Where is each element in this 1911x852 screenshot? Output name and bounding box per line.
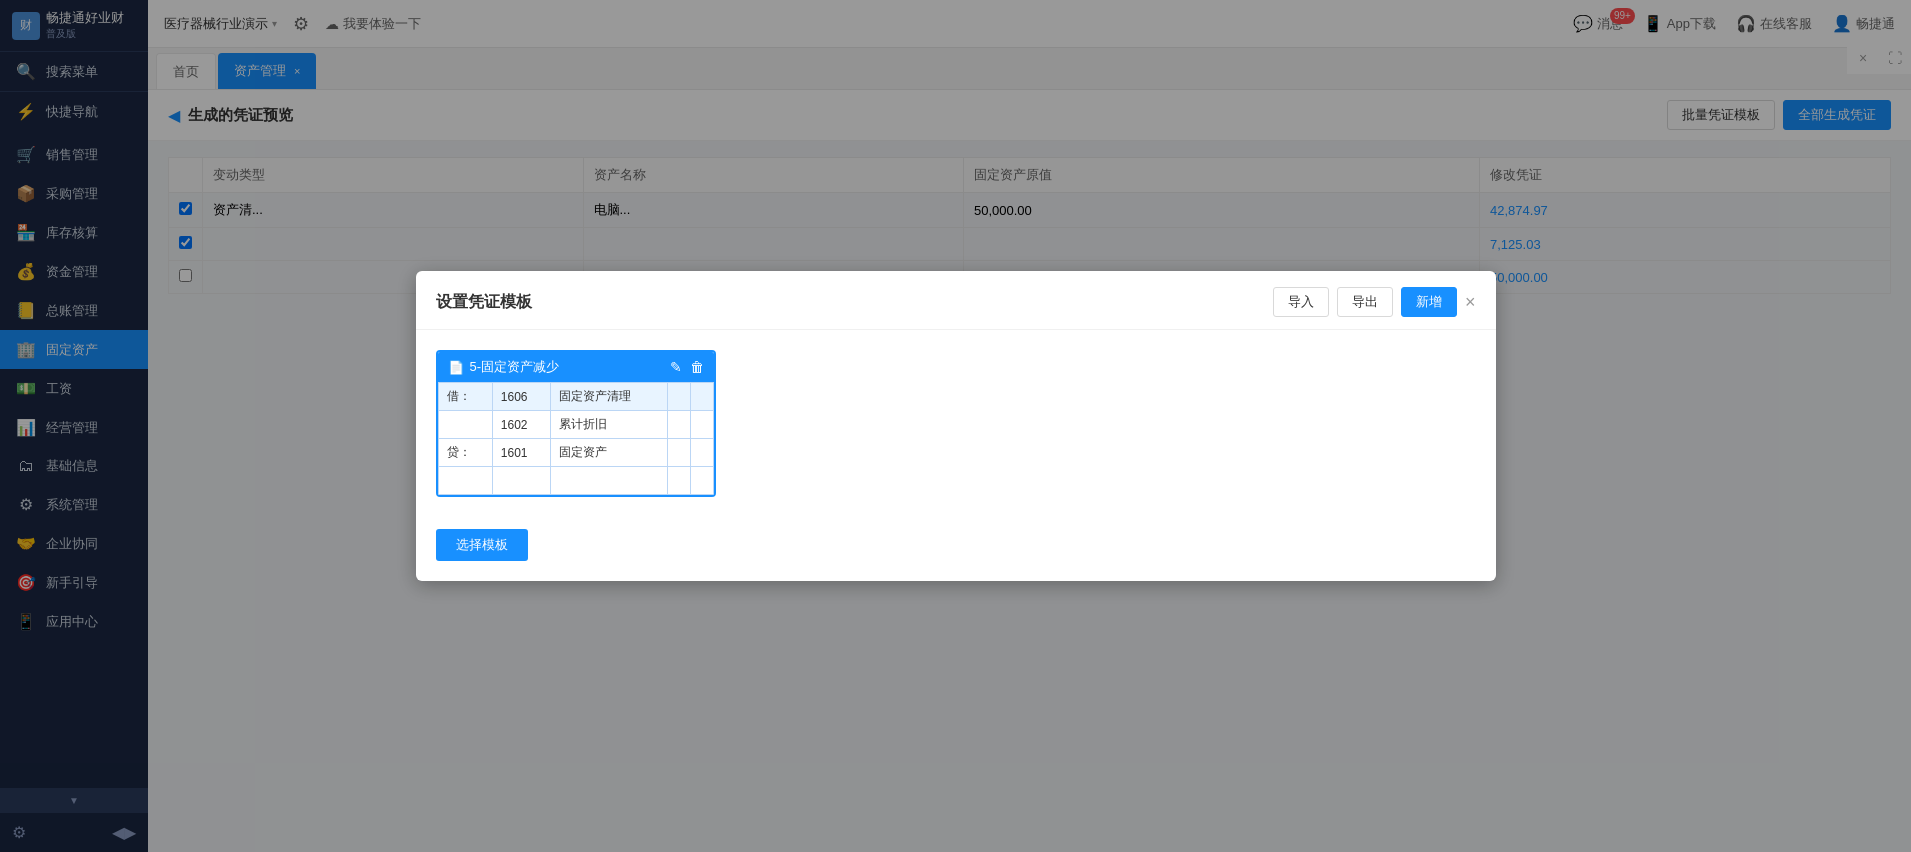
template-row (438, 467, 713, 495)
import-btn[interactable]: 导入 (1273, 287, 1329, 317)
template-card-header: 📄 5-固定资产减少 ✎ 🗑 (438, 352, 714, 382)
row2-subject: 累计折旧 (550, 411, 668, 439)
template-row: 借： 1606 固定资产清理 (438, 383, 713, 411)
modal-overlay: 设置凭证模板 导入 导出 新增 × 📄 5-固定资产减少 (0, 0, 1911, 852)
template-number-name: 5-固定资产减少 (470, 358, 560, 376)
row2-col4 (690, 411, 713, 439)
row3-col3 (668, 439, 691, 467)
template-row: 1602 累计折旧 (438, 411, 713, 439)
row4-code (492, 467, 550, 495)
row3-col4 (690, 439, 713, 467)
row1-entry-type: 借： (438, 383, 492, 411)
template-card: 📄 5-固定资产减少 ✎ 🗑 借： 1606 (436, 350, 716, 497)
row2-entry-type (438, 411, 492, 439)
row1-col4 (690, 383, 713, 411)
template-table: 借： 1606 固定资产清理 1602 累计折旧 (438, 382, 714, 495)
row3-code: 1601 (492, 439, 550, 467)
export-btn[interactable]: 导出 (1337, 287, 1393, 317)
modal-header: 设置凭证模板 导入 导出 新增 × (416, 271, 1496, 330)
select-template-btn[interactable]: 选择模板 (436, 529, 528, 561)
row1-subject: 固定资产清理 (550, 383, 668, 411)
row3-subject: 固定资产 (550, 439, 668, 467)
row1-code: 1606 (492, 383, 550, 411)
template-edit-icon[interactable]: ✎ (670, 359, 682, 375)
template-delete-icon[interactable]: 🗑 (690, 359, 704, 375)
row4-col3 (668, 467, 691, 495)
row2-code: 1602 (492, 411, 550, 439)
template-row: 贷： 1601 固定资产 (438, 439, 713, 467)
modal-body: 📄 5-固定资产减少 ✎ 🗑 借： 1606 (416, 330, 1496, 581)
modal-close-btn[interactable]: × (1465, 292, 1476, 313)
row4-subject (550, 467, 668, 495)
modal-title: 设置凭证模板 (436, 292, 532, 313)
template-doc-icon: 📄 (448, 360, 464, 375)
row1-col3 (668, 383, 691, 411)
row4-col4 (690, 467, 713, 495)
new-btn[interactable]: 新增 (1401, 287, 1457, 317)
row4-entry-type (438, 467, 492, 495)
modal-dialog: 设置凭证模板 导入 导出 新增 × 📄 5-固定资产减少 (416, 271, 1496, 581)
row3-entry-type: 贷： (438, 439, 492, 467)
row2-col3 (668, 411, 691, 439)
